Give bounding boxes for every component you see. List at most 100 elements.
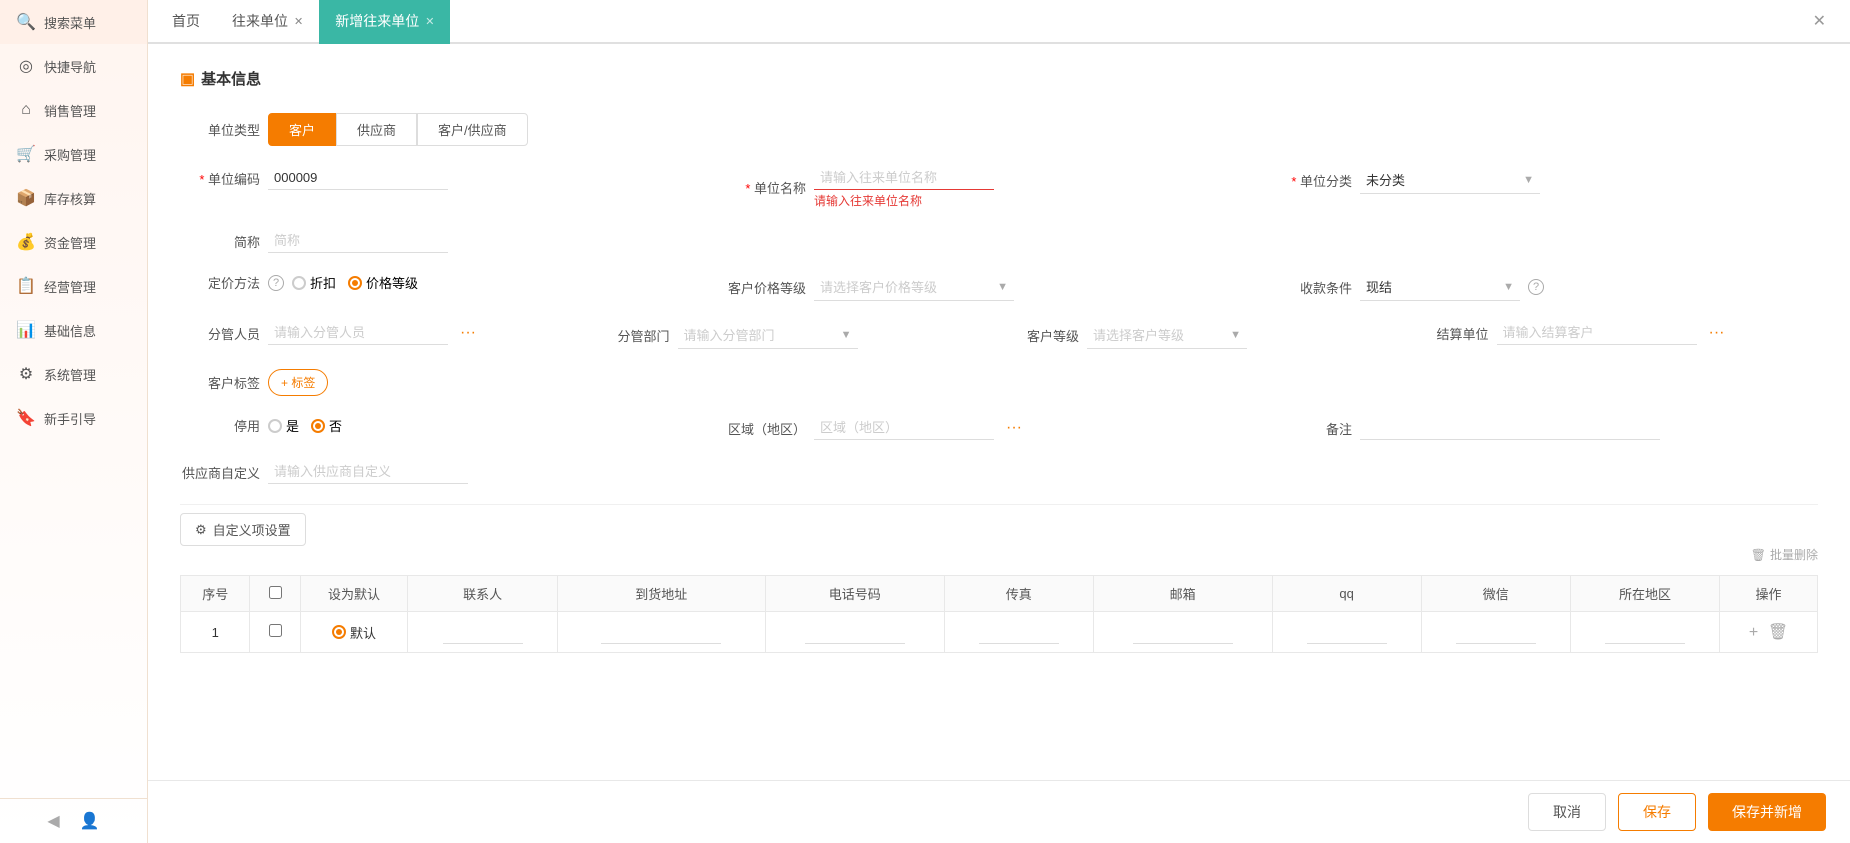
save-new-button[interactable]: 保存并新增 bbox=[1708, 793, 1826, 831]
supplier-custom-label: 供应商自定义 bbox=[180, 463, 260, 482]
payment-terms-label: 收款条件 bbox=[1272, 278, 1352, 297]
operations-icon: 📋 bbox=[16, 276, 36, 296]
unit-category-select[interactable]: 未分类 ▼ bbox=[1360, 166, 1540, 194]
tab-bar-close-btn[interactable]: ✕ bbox=[1797, 11, 1842, 31]
supplier-custom-input[interactable] bbox=[268, 460, 468, 484]
manager-field: 分管人员 ··· bbox=[180, 321, 590, 345]
sidebar-item-inventory[interactable]: 📦 库存核算 bbox=[0, 176, 147, 220]
cancel-button[interactable]: 取消 bbox=[1528, 793, 1606, 831]
sidebar-expand-btn[interactable]: ◀ bbox=[39, 807, 67, 835]
sidebar-item-finance[interactable]: 💰 资金管理 bbox=[0, 220, 147, 264]
system-icon: ⚙ bbox=[16, 364, 36, 384]
col-qq: qq bbox=[1272, 576, 1421, 612]
sidebar-item-guide[interactable]: 🔖 新手引导 bbox=[0, 396, 147, 440]
abbr-input[interactable] bbox=[268, 229, 448, 253]
sidebar-item-label: 库存核算 bbox=[44, 189, 96, 208]
region-input[interactable] bbox=[814, 416, 994, 440]
row-delete-btn[interactable]: 🗑 bbox=[1765, 622, 1791, 642]
col-fax: 传真 bbox=[944, 576, 1093, 612]
payment-help-icon[interactable]: ? bbox=[1528, 279, 1544, 295]
department-field: 分管部门 请输入分管部门 ▼ bbox=[590, 321, 1000, 349]
sidebar-item-system[interactable]: ⚙ 系统管理 bbox=[0, 352, 147, 396]
customer-level-label: 客户等级 bbox=[999, 326, 1079, 345]
sidebar-item-label: 资金管理 bbox=[44, 233, 96, 252]
payment-terms-select[interactable]: 现结 ▼ bbox=[1360, 273, 1520, 301]
customer-price-label: 客户价格等级 bbox=[726, 278, 806, 297]
notes-input[interactable] bbox=[1360, 416, 1660, 440]
unit-code-input[interactable] bbox=[268, 166, 448, 190]
customer-level-select[interactable]: 请选择客户等级 ▼ bbox=[1087, 321, 1247, 349]
settlement-field: 结算单位 ··· bbox=[1409, 321, 1819, 345]
unit-code-field: 单位编码 bbox=[180, 166, 726, 190]
tab-new-partner[interactable]: 新增往来单位 ✕ bbox=[319, 0, 450, 44]
tab-partners[interactable]: 往来单位 ✕ bbox=[216, 0, 319, 44]
contact-input[interactable] bbox=[443, 620, 523, 644]
notes-label: 备注 bbox=[1272, 419, 1352, 438]
abbr-row: 简称 bbox=[180, 229, 1818, 253]
cell-phone bbox=[765, 612, 944, 653]
unit-category-value: 未分类 bbox=[1366, 170, 1405, 189]
add-tag-btn[interactable]: + 标签 bbox=[268, 369, 328, 396]
row-default-radio[interactable]: 默认 bbox=[311, 623, 398, 642]
pricing-radio-discount[interactable]: 折扣 bbox=[292, 273, 336, 292]
custom-settings-btn[interactable]: ⚙ 自定义项设置 bbox=[180, 513, 306, 546]
sidebar-user-btn[interactable]: 👤 bbox=[72, 807, 108, 835]
batch-delete-area[interactable]: 🗑 批量删除 bbox=[180, 546, 1818, 563]
sidebar-item-label: 销售管理 bbox=[44, 101, 96, 120]
department-select[interactable]: 请输入分管部门 ▼ bbox=[678, 321, 858, 349]
disabled-yes-label: 是 bbox=[286, 416, 299, 435]
customer-price-select[interactable]: 请选择客户价格等级 ▼ bbox=[814, 273, 1014, 301]
sidebar-item-operations[interactable]: 📋 经营管理 bbox=[0, 264, 147, 308]
sidebar-item-search[interactable]: 🔍 搜索菜单 bbox=[0, 0, 147, 44]
sidebar-item-sales[interactable]: ⌂ 销售管理 bbox=[0, 88, 147, 132]
sidebar-item-label: 基础信息 bbox=[44, 321, 96, 340]
disabled-yes[interactable]: 是 bbox=[268, 416, 299, 435]
manager-input[interactable] bbox=[268, 321, 448, 345]
qq-input[interactable] bbox=[1307, 620, 1387, 644]
unit-type-field: 单位类型 客户 供应商 客户/供应商 bbox=[180, 113, 528, 146]
wechat-input[interactable] bbox=[1456, 620, 1536, 644]
disabled-radio-group: 是 否 bbox=[268, 416, 342, 435]
payment-terms-chevron: ▼ bbox=[1503, 281, 1514, 293]
region-table-input[interactable] bbox=[1605, 620, 1685, 644]
pricing-method-label: 定价方法 bbox=[180, 273, 260, 292]
address-input[interactable] bbox=[601, 620, 721, 644]
unit-name-input[interactable] bbox=[814, 166, 994, 190]
type-btn-both[interactable]: 客户/供应商 bbox=[417, 113, 528, 146]
settlement-label: 结算单位 bbox=[1409, 324, 1489, 343]
tab-new-partner-close[interactable]: ✕ bbox=[425, 15, 434, 28]
tab-home[interactable]: 首页 bbox=[156, 0, 216, 44]
tab-partners-close[interactable]: ✕ bbox=[294, 15, 303, 28]
email-input[interactable] bbox=[1133, 620, 1233, 644]
pricing-help-icon[interactable]: ? bbox=[268, 275, 284, 291]
fax-input[interactable] bbox=[979, 620, 1059, 644]
pricing-radio-discount-circle bbox=[292, 276, 306, 290]
department-label: 分管部门 bbox=[590, 326, 670, 345]
sidebar-item-purchase[interactable]: 🛒 采购管理 bbox=[0, 132, 147, 176]
cell-contact bbox=[408, 612, 557, 653]
manager-more-btn[interactable]: ··· bbox=[456, 324, 480, 342]
table-select-all[interactable] bbox=[269, 586, 282, 599]
row-default-label: 默认 bbox=[350, 623, 376, 642]
settlement-input[interactable] bbox=[1497, 321, 1697, 345]
phone-input[interactable] bbox=[805, 620, 905, 644]
row-add-btn[interactable]: + bbox=[1746, 624, 1761, 642]
sidebar-item-label: 采购管理 bbox=[44, 145, 96, 164]
disabled-no[interactable]: 否 bbox=[311, 416, 342, 435]
sidebar-item-label: 系统管理 bbox=[44, 365, 96, 384]
cell-fax bbox=[944, 612, 1093, 653]
sidebar-item-quick-nav[interactable]: ◎ 快捷导航 bbox=[0, 44, 147, 88]
manager-row: 分管人员 ··· 分管部门 请输入分管部门 ▼ 客户等级 请选择客户等级 ▼ 结… bbox=[180, 321, 1818, 349]
region-more-btn[interactable]: ··· bbox=[1002, 419, 1026, 437]
pricing-row: 定价方法 ? 折扣 价格等级 客户价格等级 请选择客户价格等级 bbox=[180, 273, 1818, 301]
sidebar-item-label: 经营管理 bbox=[44, 277, 96, 296]
col-contact: 联系人 bbox=[408, 576, 557, 612]
type-btn-customer[interactable]: 客户 bbox=[268, 113, 336, 146]
save-button[interactable]: 保存 bbox=[1618, 793, 1696, 831]
type-btn-supplier[interactable]: 供应商 bbox=[336, 113, 417, 146]
row-checkbox[interactable] bbox=[269, 624, 282, 637]
sidebar-item-basic-info[interactable]: 📊 基础信息 bbox=[0, 308, 147, 352]
settlement-more-btn[interactable]: ··· bbox=[1705, 324, 1729, 342]
pricing-radio-price-level[interactable]: 价格等级 bbox=[348, 273, 418, 292]
customer-tag-field: 客户标签 + 标签 bbox=[180, 369, 1818, 396]
